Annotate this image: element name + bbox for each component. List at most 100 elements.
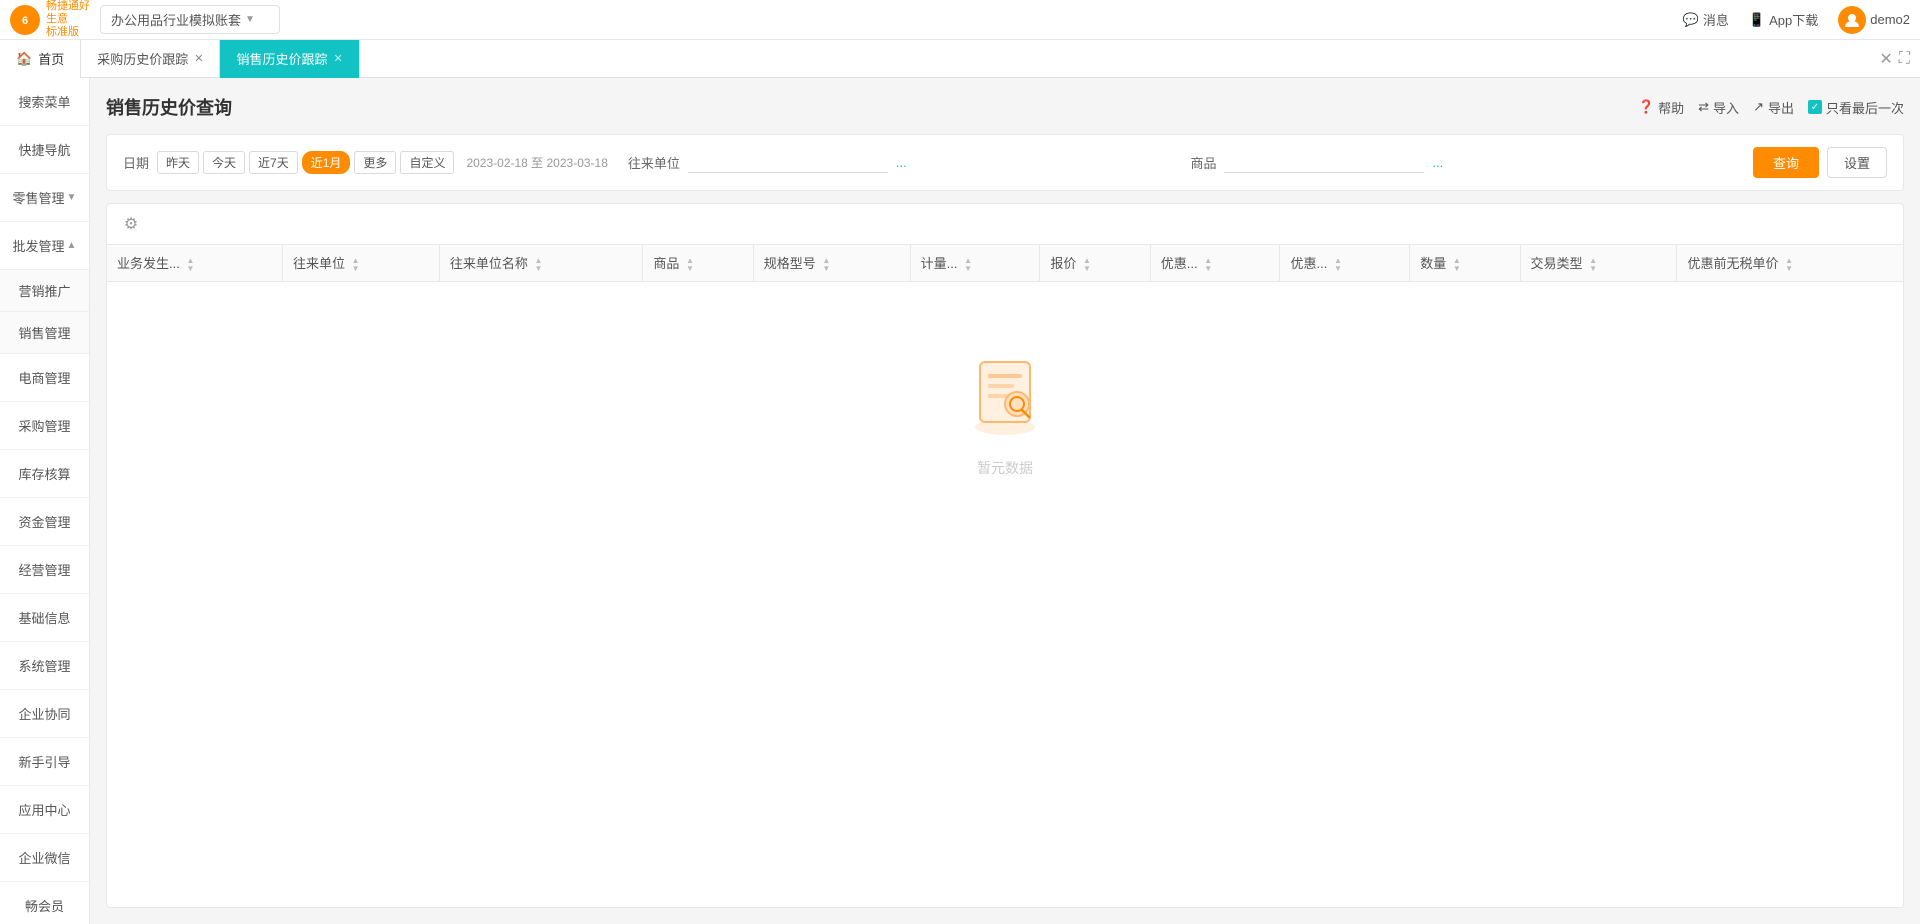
from-unit-label: 往来单位 bbox=[628, 153, 680, 172]
sidebar-item-ecommerce[interactable]: 电商管理 bbox=[0, 354, 89, 402]
col-spec[interactable]: 规格型号 ▲▼ bbox=[753, 245, 910, 281]
date-btn-7days[interactable]: 近7天 bbox=[249, 151, 298, 174]
date-range-text: 2023-02-18 至 2023-03-18 bbox=[466, 154, 607, 171]
sidebar-item-wholesale[interactable]: 批发管理 ▲ bbox=[0, 222, 89, 270]
sort-arrows-8: ▲▼ bbox=[1334, 257, 1342, 273]
date-btn-today[interactable]: 今天 bbox=[203, 151, 245, 174]
goods-picker-button[interactable]: ... bbox=[1432, 155, 1443, 170]
workspace-selector[interactable]: 办公用品行业模拟账套 ▼ bbox=[100, 5, 280, 34]
col-discount1[interactable]: 优惠... ▲▼ bbox=[1150, 245, 1280, 281]
date-filter-group: 日期 昨天 今天 近7天 近1月 更多 自定义 2023-02-18 至 202… bbox=[123, 151, 608, 174]
tab-bar-actions: ✕ ⛶ bbox=[1869, 49, 1920, 69]
home-icon: 🏠 bbox=[16, 51, 32, 67]
col-unit[interactable]: 计量... ▲▼ bbox=[910, 245, 1040, 281]
tab-home[interactable]: 🏠 首页 bbox=[0, 40, 81, 78]
sidebar-item-search[interactable]: 搜索菜单 bbox=[0, 78, 89, 126]
import-label: 导入 bbox=[1713, 98, 1739, 117]
query-button[interactable]: 查询 bbox=[1753, 147, 1819, 178]
sidebar-item-wechat[interactable]: 企业微信 bbox=[0, 834, 89, 882]
sidebar-quick-nav-label: 快捷导航 bbox=[18, 140, 70, 159]
sidebar-item-system[interactable]: 系统管理 bbox=[0, 642, 89, 690]
sidebar-item-finance[interactable]: 资金管理 bbox=[0, 498, 89, 546]
only-last-checkbox[interactable]: ✓ 只看最后一次 bbox=[1808, 98, 1904, 117]
col-discount2-label: 优惠... bbox=[1290, 256, 1327, 271]
sidebar-item-operations[interactable]: 经营管理 bbox=[0, 546, 89, 594]
tab-purchase[interactable]: 采购历史价跟踪 ✕ bbox=[81, 40, 220, 78]
sidebar-wechat-label: 企业微信 bbox=[18, 848, 70, 867]
close-all-tabs-button[interactable]: ✕ bbox=[1879, 49, 1892, 69]
date-btn-more[interactable]: 更多 bbox=[354, 151, 396, 174]
export-button[interactable]: ↗ 导出 bbox=[1753, 98, 1794, 117]
help-button[interactable]: ❓ 帮助 bbox=[1638, 98, 1684, 117]
col-business-date[interactable]: 业务发生... ▲▼ bbox=[107, 245, 282, 281]
sort-arrows-6: ▲▼ bbox=[1083, 257, 1091, 273]
col-spec-label: 规格型号 bbox=[764, 256, 816, 271]
maximize-button[interactable]: ⛶ bbox=[1899, 50, 1910, 68]
phone-icon: 📱 bbox=[1749, 12, 1765, 28]
user-avatar bbox=[1838, 6, 1866, 34]
sidebar-system-label: 系统管理 bbox=[18, 656, 70, 675]
col-trade-type[interactable]: 交易类型 ▲▼ bbox=[1520, 245, 1677, 281]
user-menu[interactable]: demo2 bbox=[1838, 6, 1910, 34]
tab-sales[interactable]: 销售历史价跟踪 ✕ bbox=[220, 40, 359, 78]
sidebar-ecommerce-label: 电商管理 bbox=[18, 368, 70, 387]
import-button[interactable]: ⇄ 导入 bbox=[1698, 98, 1739, 117]
sidebar-item-app-center[interactable]: 应用中心 bbox=[0, 786, 89, 834]
filter-actions: 查询 设置 bbox=[1753, 147, 1887, 178]
table-container: ⚙ 业务发生... ▲▼ 往来单位 ▲▼ bbox=[106, 203, 1904, 908]
sidebar-item-sales-mgmt[interactable]: 销售管理 bbox=[0, 312, 89, 354]
date-btn-yesterday[interactable]: 昨天 bbox=[157, 151, 199, 174]
col-discount1-label: 优惠... bbox=[1161, 256, 1198, 271]
tab-sales-close[interactable]: ✕ bbox=[333, 52, 342, 65]
svg-text:6: 6 bbox=[22, 15, 28, 27]
tab-bar: 🏠 首页 采购历史价跟踪 ✕ 销售历史价跟踪 ✕ ✕ ⛶ bbox=[0, 40, 1920, 78]
col-goods-label: 商品 bbox=[653, 256, 679, 271]
sidebar-item-marketing[interactable]: 营销推广 bbox=[0, 270, 89, 312]
message-button[interactable]: 💬 消息 bbox=[1683, 10, 1729, 29]
sort-arrows-5: ▲▼ bbox=[964, 257, 972, 273]
col-no-tax-price[interactable]: 优惠前无税单价 ▲▼ bbox=[1677, 245, 1903, 281]
sidebar-item-inventory[interactable]: 库存核算 bbox=[0, 450, 89, 498]
date-btn-custom[interactable]: 自定义 bbox=[400, 151, 454, 174]
table-wrapper: 业务发生... ▲▼ 往来单位 ▲▼ 往来单位名称 ▲▼ bbox=[107, 245, 1903, 907]
sidebar-item-basic-info[interactable]: 基础信息 bbox=[0, 594, 89, 642]
sidebar-item-enterprise[interactable]: 企业协同 bbox=[0, 690, 89, 738]
col-quote-price[interactable]: 报价 ▲▼ bbox=[1040, 245, 1150, 281]
from-unit-picker-button[interactable]: ... bbox=[896, 155, 907, 170]
filter-row-1: 日期 昨天 今天 近7天 近1月 更多 自定义 2023-02-18 至 202… bbox=[123, 147, 1887, 178]
col-from-unit-label: 往来单位 bbox=[293, 256, 345, 271]
filter-settings-button[interactable]: 设置 bbox=[1827, 147, 1887, 178]
col-discount2[interactable]: 优惠... ▲▼ bbox=[1280, 245, 1410, 281]
sort-arrows-1: ▲▼ bbox=[352, 257, 360, 273]
sort-arrows-3: ▲▼ bbox=[686, 257, 694, 273]
goods-input[interactable] bbox=[1224, 153, 1424, 173]
col-from-unit[interactable]: 往来单位 ▲▼ bbox=[282, 245, 439, 281]
sidebar-basic-info-label: 基础信息 bbox=[18, 608, 70, 627]
from-unit-input[interactable] bbox=[688, 153, 888, 173]
col-quantity[interactable]: 数量 ▲▼ bbox=[1410, 245, 1520, 281]
tab-sales-label: 销售历史价跟踪 bbox=[236, 49, 327, 68]
sidebar-guide-label: 新手引导 bbox=[18, 752, 70, 771]
sidebar-item-guide[interactable]: 新手引导 bbox=[0, 738, 89, 786]
tab-purchase-close[interactable]: ✕ bbox=[194, 52, 203, 65]
help-label: 帮助 bbox=[1658, 98, 1684, 117]
sidebar-marketing-label: 营销推广 bbox=[18, 281, 70, 300]
sidebar-sales-mgmt-label: 销售管理 bbox=[18, 323, 70, 342]
col-goods[interactable]: 商品 ▲▼ bbox=[643, 245, 753, 281]
sidebar-item-quick-nav[interactable]: 快捷导航 bbox=[0, 126, 89, 174]
sidebar-item-vip[interactable]: 畅会员 bbox=[0, 882, 89, 924]
app-download-button[interactable]: 📱 App下载 bbox=[1749, 10, 1818, 29]
table-settings-icon[interactable]: ⚙ bbox=[119, 212, 143, 236]
user-name: demo2 bbox=[1870, 12, 1910, 27]
page-title: 销售历史价查询 bbox=[106, 94, 232, 120]
sidebar-item-purchase[interactable]: 采购管理 bbox=[0, 402, 89, 450]
workspace-name: 办公用品行业模拟账套 bbox=[111, 10, 241, 29]
sidebar-search-label: 搜索菜单 bbox=[18, 92, 70, 111]
date-btn-1month[interactable]: 近1月 bbox=[302, 151, 351, 174]
checkbox-checked-icon: ✓ bbox=[1808, 100, 1822, 114]
col-from-unit-name[interactable]: 往来单位名称 ▲▼ bbox=[439, 245, 643, 281]
sidebar-item-retail[interactable]: 零售管理 ▼ bbox=[0, 174, 89, 222]
sidebar: 搜索菜单 快捷导航 零售管理 ▼ 批发管理 ▲ 营销推广 销售管理 电商管理 采… bbox=[0, 78, 90, 924]
tab-home-label: 首页 bbox=[38, 49, 64, 68]
only-last-label: 只看最后一次 bbox=[1826, 98, 1904, 117]
